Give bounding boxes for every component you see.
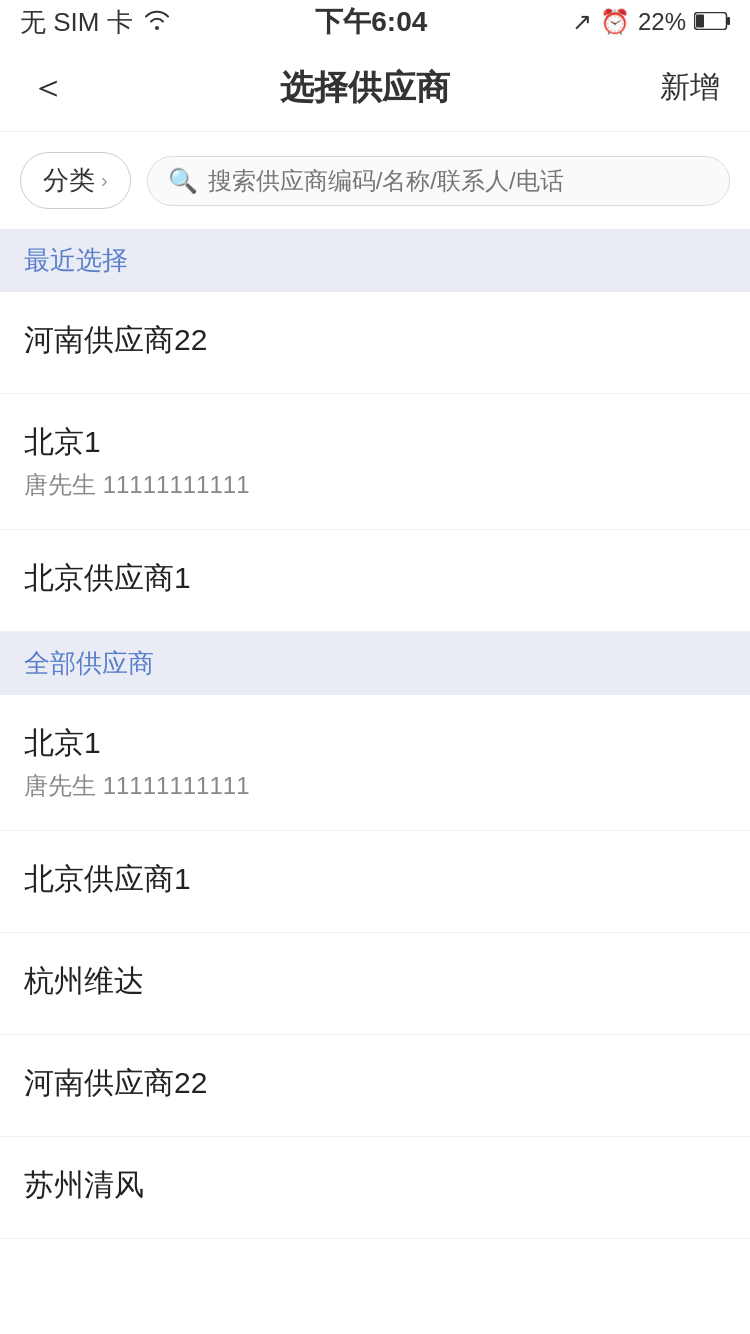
status-time: 下午6:04: [315, 3, 427, 41]
all-list-item[interactable]: 北京1 唐先生 11111111111: [0, 695, 750, 831]
alarm-icon: ⏰: [600, 8, 630, 36]
recent-section-label: 最近选择: [24, 245, 128, 275]
recent-list-item[interactable]: 北京供应商1: [0, 530, 750, 632]
item-name: 河南供应商22: [24, 1063, 726, 1104]
search-input[interactable]: [208, 167, 709, 195]
all-list: 北京1 唐先生 11111111111 北京供应商1 杭州维达河南供应商22 苏州清风: [0, 695, 750, 1239]
battery-level: 22%: [638, 8, 686, 36]
recent-section-header: 最近选择: [0, 229, 750, 292]
search-box[interactable]: 🔍: [147, 156, 730, 206]
sim-label: 无 SIM 卡: [20, 5, 133, 40]
status-right: ↗ ⏰ 22%: [572, 8, 730, 36]
add-button[interactable]: 新增: [640, 67, 720, 108]
recent-list: 河南供应商22 北京1 唐先生 11111111111 北京供应商1: [0, 292, 750, 632]
item-name: 河南供应商22: [24, 320, 726, 361]
all-list-item[interactable]: 杭州维达: [0, 933, 750, 1035]
recent-list-item[interactable]: 北京1 唐先生 11111111111: [0, 394, 750, 530]
item-name: 杭州维达: [24, 961, 726, 1002]
page-title: 选择供应商: [280, 65, 450, 111]
search-icon: 🔍: [168, 167, 198, 195]
status-left: 无 SIM 卡: [20, 5, 171, 40]
all-list-item[interactable]: 苏州清风: [0, 1137, 750, 1239]
all-section-header: 全部供应商: [0, 632, 750, 695]
category-filter-button[interactable]: 分类 ›: [20, 152, 131, 209]
status-bar: 无 SIM 卡 下午6:04 ↗ ⏰ 22%: [0, 0, 750, 44]
item-name: 北京1: [24, 422, 726, 463]
item-sub: 唐先生 11111111111: [24, 469, 726, 501]
all-section-label: 全部供应商: [24, 648, 154, 678]
item-name: 北京供应商1: [24, 859, 726, 900]
nav-bar: ＜ 选择供应商 新增: [0, 44, 750, 132]
filter-row: 分类 › 🔍: [0, 132, 750, 229]
item-name: 北京1: [24, 723, 726, 764]
chevron-right-icon: ›: [101, 169, 108, 192]
all-list-item[interactable]: 北京供应商1: [0, 831, 750, 933]
item-name: 北京供应商1: [24, 558, 726, 599]
all-list-item[interactable]: 河南供应商22: [0, 1035, 750, 1137]
battery-icon: [694, 8, 730, 36]
item-name: 苏州清风: [24, 1165, 726, 1206]
location-icon: ↗: [572, 8, 592, 36]
recent-list-item[interactable]: 河南供应商22: [0, 292, 750, 394]
item-sub: 唐先生 11111111111: [24, 770, 726, 802]
svg-rect-2: [696, 15, 704, 28]
category-label: 分类: [43, 163, 95, 198]
svg-rect-1: [727, 17, 730, 25]
back-button[interactable]: ＜: [30, 63, 90, 112]
wifi-icon: [143, 7, 171, 38]
